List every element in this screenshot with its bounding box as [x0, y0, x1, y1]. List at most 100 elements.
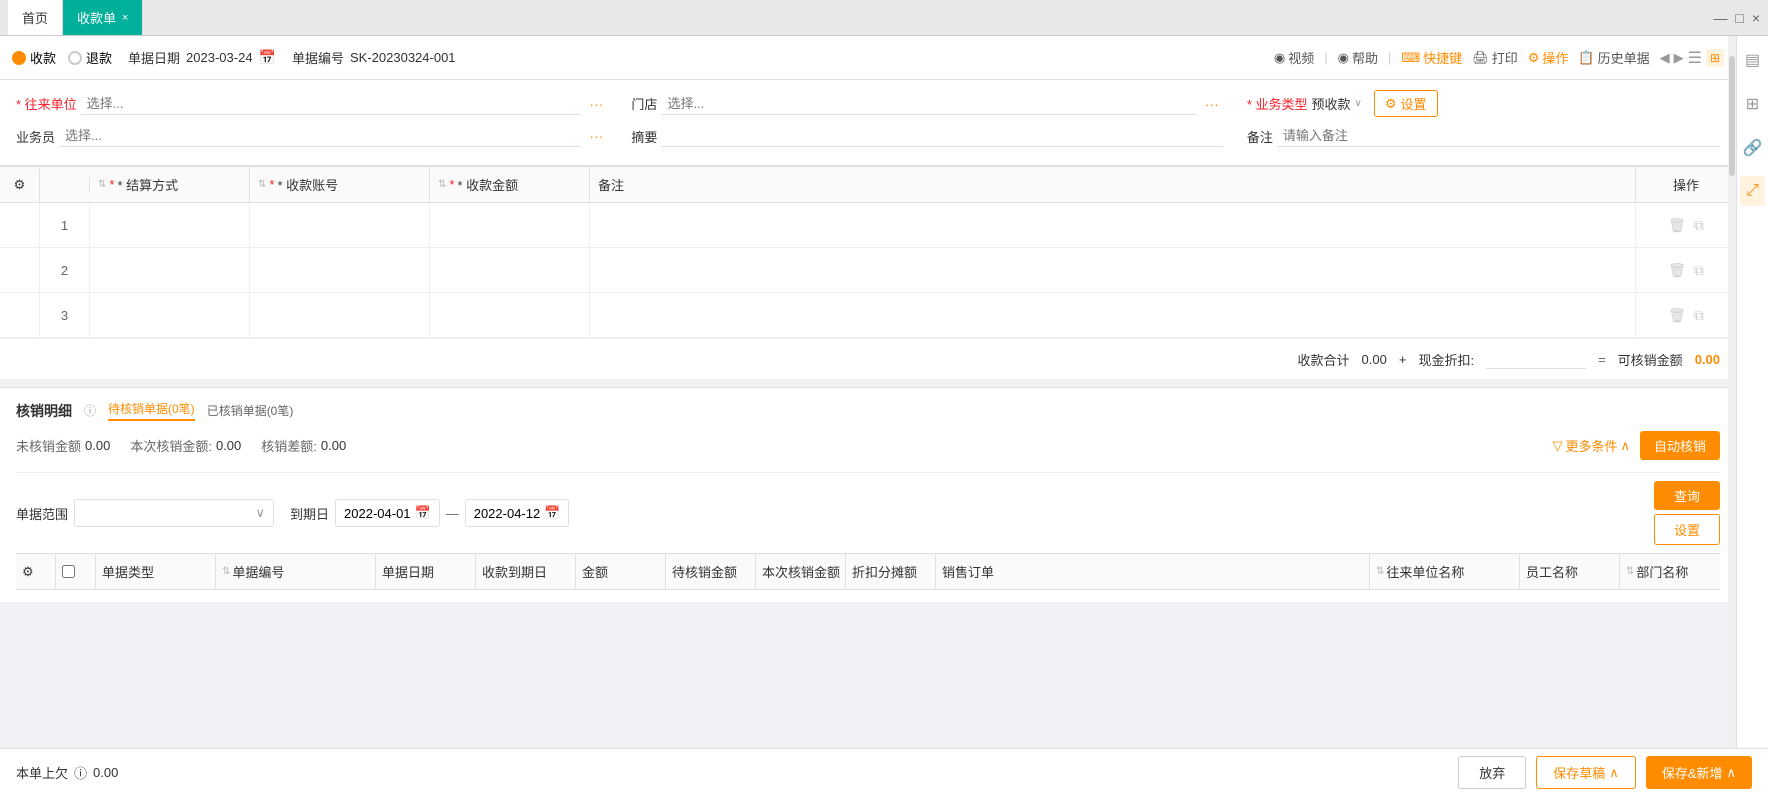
video-btn[interactable]: ◉ 视频	[1274, 48, 1314, 67]
td-method-2[interactable]	[90, 248, 250, 292]
td-amount-1[interactable]	[430, 203, 590, 247]
th-settings[interactable]: ⚙	[0, 169, 40, 201]
scroll-thumb[interactable]	[1729, 56, 1735, 176]
setting-button[interactable]: ⚙ 设置	[1374, 90, 1438, 117]
remark-input[interactable]	[1277, 125, 1720, 147]
delete-icon-1[interactable]: 🗑	[1668, 217, 1686, 234]
save-new-btn[interactable]: 保存&新增 ∧	[1646, 756, 1752, 789]
query-btn[interactable]: 查询	[1654, 481, 1720, 510]
auto-cancel-btn[interactable]: 自动核销	[1640, 431, 1720, 460]
td-account-3[interactable]	[250, 293, 430, 337]
th-operation: 操作	[1636, 167, 1736, 202]
col-pending: 待核销金额	[672, 562, 737, 581]
staff-input[interactable]	[59, 125, 581, 147]
counterpart-more-icon[interactable]: ···	[585, 96, 607, 112]
td-method-3[interactable]	[90, 293, 250, 337]
history-btn[interactable]: 📋 历史单据	[1578, 48, 1649, 67]
counterpart-input[interactable]	[81, 93, 582, 115]
refund-radio-dot	[68, 51, 82, 65]
bottom-settings-icon: ⚙	[22, 564, 34, 580]
range-select[interactable]: ∨	[74, 499, 274, 527]
copy-icon-2[interactable]: ⧉	[1694, 262, 1704, 279]
discount-input[interactable]	[1486, 349, 1586, 369]
copy-icon-1[interactable]: ⧉	[1694, 217, 1704, 234]
date-from-picker[interactable]: 2022-04-01 📅	[335, 499, 440, 527]
tab-pending[interactable]: 待核销单据(0笔)	[108, 400, 195, 421]
sidebar-icon-3[interactable]: 🔗	[1737, 132, 1768, 164]
verify-setting-btn[interactable]: 设置	[1654, 514, 1720, 545]
td-remark-3[interactable]	[590, 293, 1636, 337]
setting-label: 设置	[1401, 94, 1427, 113]
sidebar-icon-2[interactable]: ⊞	[1740, 88, 1765, 120]
refund-radio[interactable]: 退款	[68, 48, 112, 67]
td-remark-1[interactable]	[590, 203, 1636, 247]
copy-icon-3[interactable]: ⧉	[1694, 307, 1704, 324]
receive-radio[interactable]: 收款	[12, 48, 56, 67]
next-icon[interactable]: ▶	[1674, 50, 1684, 66]
col-remark: 备注	[598, 175, 624, 194]
calendar-icon[interactable]: 📅	[259, 49, 276, 66]
store-more-icon[interactable]: ···	[1201, 96, 1223, 112]
tab-home[interactable]: 首页	[8, 0, 63, 35]
td-account-1[interactable]	[250, 203, 430, 247]
remark-label: 备注	[1247, 127, 1273, 146]
staff-more-icon[interactable]: ···	[585, 128, 607, 144]
bth-settings[interactable]: ⚙	[16, 554, 56, 589]
chevron-up-icon: ∧	[1620, 438, 1630, 454]
required-amount: *	[449, 177, 454, 192]
date-to-value: 2022-04-12	[474, 506, 541, 521]
col-staff: 员工名称	[1526, 562, 1578, 581]
business-type-arrow[interactable]: ∨	[1355, 98, 1362, 109]
help-btn[interactable]: ◉ 帮助	[1338, 48, 1378, 67]
th-payment-method: ⇅ * * 结算方式	[90, 167, 250, 202]
tab-done[interactable]: 已核销单据(0笔)	[207, 402, 294, 419]
range-label: 单据范围	[16, 504, 68, 523]
td-settings-3	[0, 293, 40, 337]
th-remark: 备注	[590, 167, 1636, 202]
receive-refund-group: 收款 退款	[12, 48, 112, 67]
tab-receipt-close[interactable]: ×	[122, 12, 128, 24]
delete-icon-3[interactable]: 🗑	[1668, 307, 1686, 324]
business-type-field: * 业务类型 预收款 ∨ ⚙ 设置	[1247, 90, 1720, 117]
tab-receipt[interactable]: 收款单 ×	[63, 0, 143, 35]
bth-current: 本次核销金额	[756, 554, 846, 589]
business-type-select[interactable]: 预收款 ∨	[1312, 94, 1362, 113]
maximize-btn[interactable]: □	[1735, 10, 1743, 26]
abandon-btn[interactable]: 放弃	[1458, 756, 1526, 789]
footer-info-icon[interactable]: ⓘ	[74, 763, 87, 782]
data-table: ⚙ ⇅ * * 结算方式 ⇅ * * 收款账号 ⇅ * * 收款金额 备注	[0, 166, 1736, 338]
grid-view-icon[interactable]: ⊞	[1706, 49, 1724, 67]
td-amount-3[interactable]	[430, 293, 590, 337]
prev-icon[interactable]: ◀	[1660, 50, 1670, 66]
operation-label: 操作	[1542, 48, 1568, 67]
col-discount: 折扣分摊额	[852, 562, 917, 581]
sidebar-icon-1[interactable]: ▤	[1739, 44, 1766, 76]
filter-icon: ▽	[1552, 438, 1562, 454]
more-conditions-link[interactable]: ▽ 更多条件 ∧	[1552, 436, 1630, 455]
current-value: 0.00	[216, 438, 241, 453]
draft-btn[interactable]: 保存草稿 ∧	[1536, 756, 1636, 789]
shortcut-btn[interactable]: ⌨ 快捷键	[1401, 48, 1462, 67]
table-row: 1 🗑 ⧉	[0, 203, 1736, 248]
delete-icon-2[interactable]: 🗑	[1668, 262, 1686, 279]
close-btn[interactable]: ×	[1752, 10, 1760, 26]
td-account-2[interactable]	[250, 248, 430, 292]
summary-input[interactable]	[661, 125, 1222, 147]
bth-checkbox[interactable]	[56, 554, 96, 589]
sidebar-icon-4[interactable]: ⤢	[1740, 176, 1765, 206]
verify-info-icon[interactable]: ⓘ	[84, 402, 96, 419]
td-amount-2[interactable]	[430, 248, 590, 292]
form-area: * 往来单位 ··· 门店 ··· * 业务类型 预收款 ∨ ⚙ 设置	[0, 80, 1736, 166]
range-field: 单据范围 ∨	[16, 499, 274, 527]
minimize-btn[interactable]: —	[1713, 10, 1727, 26]
list-view-icon[interactable]: ☰	[1688, 48, 1702, 68]
td-remark-2[interactable]	[590, 248, 1636, 292]
bth-dept: ⇅ 部门名称	[1620, 554, 1720, 589]
print-btn[interactable]: 🖨 打印	[1472, 48, 1518, 67]
date-to-picker[interactable]: 2022-04-12 📅	[465, 499, 570, 527]
td-method-1[interactable]	[90, 203, 250, 247]
store-input[interactable]	[661, 93, 1196, 115]
operation-btn[interactable]: ⚙ 操作	[1528, 48, 1569, 67]
footer-actions: 放弃 保存草稿 ∧ 保存&新增 ∧	[1458, 756, 1752, 789]
select-all-checkbox[interactable]	[62, 565, 75, 578]
